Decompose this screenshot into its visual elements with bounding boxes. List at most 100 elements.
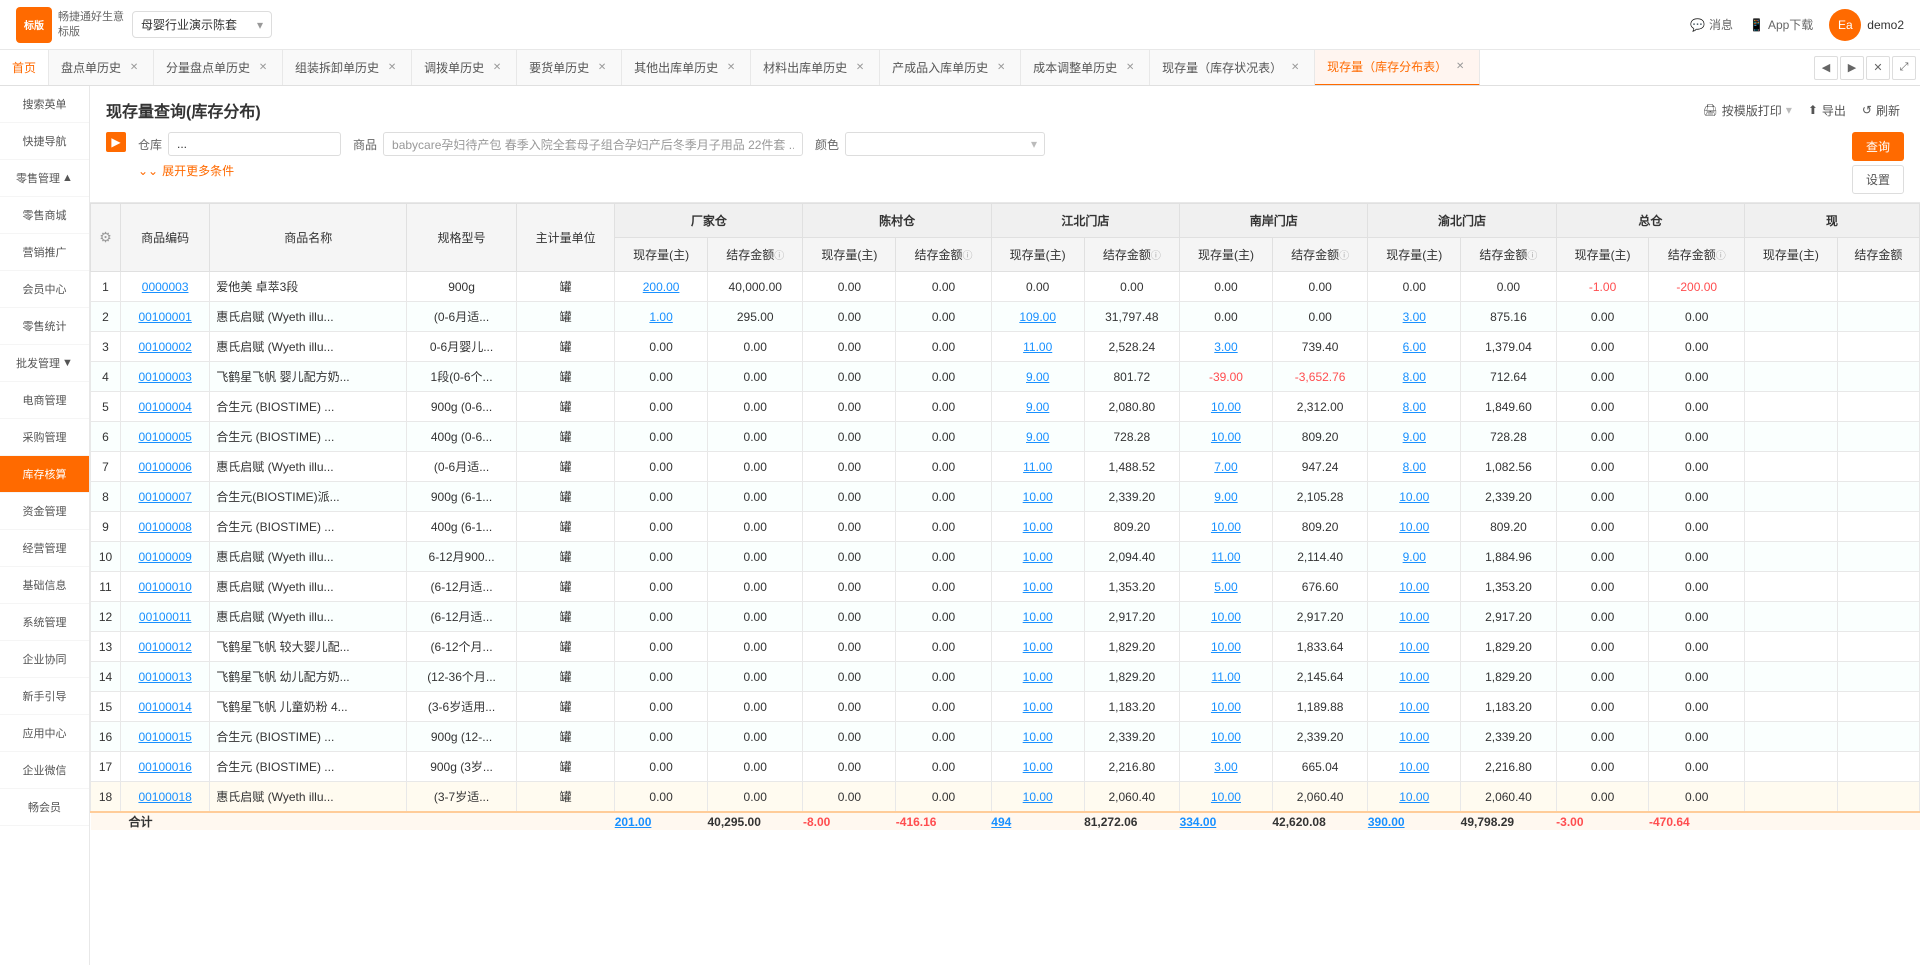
yb-qty[interactable]: 10.00 [1368,722,1461,752]
tab-next-btn[interactable]: ▶ [1840,56,1864,80]
code-cell[interactable]: 00100005 [121,422,210,452]
jb-qty[interactable]: 10.00 [991,602,1084,632]
tab-close-icon[interactable]: ✕ [490,61,504,75]
tab-split-check[interactable]: 分量盘点单历史 ✕ [154,50,283,86]
tab-close-icon[interactable]: ✕ [1123,61,1137,75]
footer-nanan-qty[interactable]: 334.00 [1180,812,1273,830]
jb-qty[interactable]: 10.00 [991,782,1084,813]
settings-icon[interactable]: ⚙ [99,229,112,245]
na-qty[interactable]: 10.00 [1180,722,1273,752]
yb-qty[interactable]: 10.00 [1368,632,1461,662]
tab-close-all-btn[interactable]: ✕ [1866,56,1890,80]
na-qty[interactable]: 10.00 [1180,422,1273,452]
jb-qty[interactable]: 9.00 [991,422,1084,452]
warehouse-input[interactable] [168,132,341,156]
jb-qty[interactable]: 10.00 [991,572,1084,602]
app-download-btn[interactable]: 📱 App下载 [1749,16,1813,33]
tab-close-icon[interactable]: ✕ [853,61,867,75]
expand-conditions-btn[interactable]: ⌄⌄ 展开更多条件 [138,162,1832,179]
na-qty[interactable]: 10.00 [1180,782,1273,813]
yb-qty[interactable]: 9.00 [1368,422,1461,452]
tab-close-icon[interactable]: ✕ [256,61,270,75]
tab-close-icon[interactable]: ✕ [994,61,1008,75]
jb-qty[interactable]: 10.00 [991,722,1084,752]
user-area[interactable]: Ea demo2 [1829,9,1904,41]
tab-prev-btn[interactable]: ◀ [1814,56,1838,80]
sidebar-item-stock[interactable]: 库存核算 [0,456,89,493]
sidebar-item-purchase[interactable]: 采购管理 [0,419,89,456]
code-cell[interactable]: 00100003 [121,362,210,392]
yb-qty[interactable]: 10.00 [1368,602,1461,632]
na-qty[interactable]: 7.00 [1180,452,1273,482]
cj-qty[interactable]: 200.00 [615,272,708,302]
na-qty[interactable]: 11.00 [1180,662,1273,692]
na-qty[interactable]: 3.00 [1180,752,1273,782]
tab-requisition[interactable]: 要货单历史 ✕ [517,50,622,86]
tab-cost-adjust[interactable]: 成本调整单历史 ✕ [1021,50,1150,86]
na-qty[interactable]: 10.00 [1180,602,1273,632]
yb-qty[interactable]: 8.00 [1368,452,1461,482]
sidebar-item-apps[interactable]: 应用中心 [0,715,89,752]
jb-qty[interactable]: 9.00 [991,362,1084,392]
code-cell[interactable]: 00100002 [121,332,210,362]
na-qty[interactable]: 10.00 [1180,632,1273,662]
tab-home[interactable]: 首页 [0,50,49,86]
jb-qty[interactable]: 11.00 [991,332,1084,362]
color-input[interactable] [845,132,1045,156]
goods-input[interactable] [383,132,803,156]
tab-close-icon[interactable]: ✕ [1288,61,1302,75]
tab-inventory-check[interactable]: 盘点单历史 ✕ [49,50,154,86]
na-qty[interactable]: -39.00 [1180,362,1273,392]
sidebar-item-marketing[interactable]: 营销推广 [0,234,89,271]
yb-qty[interactable]: 6.00 [1368,332,1461,362]
query-button[interactable]: 查询 [1852,132,1904,161]
sidebar-item-basic[interactable]: 基础信息 [0,567,89,604]
jb-qty[interactable]: 10.00 [991,482,1084,512]
code-cell[interactable]: 00100007 [121,482,210,512]
yb-qty[interactable]: 9.00 [1368,542,1461,572]
footer-yubei-qty[interactable]: 390.00 [1368,812,1461,830]
message-btn[interactable]: 💬 消息 [1690,16,1733,33]
na-qty[interactable]: 10.00 [1180,692,1273,722]
code-cell[interactable]: 00100013 [121,662,210,692]
refresh-btn[interactable]: ↺ 刷新 [1858,100,1904,121]
sidebar-item-system[interactable]: 系统管理 [0,604,89,641]
na-qty[interactable]: 5.00 [1180,572,1273,602]
sidebar-item-ecommerce[interactable]: 电商管理 [0,382,89,419]
code-cell[interactable]: 00100010 [121,572,210,602]
tab-close-icon[interactable]: ✕ [385,61,399,75]
jb-qty[interactable]: 10.00 [991,662,1084,692]
na-qty[interactable]: 3.00 [1180,332,1273,362]
code-cell[interactable]: 00100011 [121,602,210,632]
jb-qty[interactable]: 10.00 [991,632,1084,662]
sidebar-item-enterprise[interactable]: 企业协同 [0,641,89,678]
sidebar-item-nav[interactable]: 快捷导航 [0,123,89,160]
jb-qty[interactable]: 10.00 [991,752,1084,782]
tab-stock-status[interactable]: 现存量（库存状况表） ✕ [1150,50,1315,86]
footer-changjiacao-qty[interactable]: 201.00 [615,812,708,830]
yb-qty[interactable]: 10.00 [1368,782,1461,813]
tab-close-icon[interactable]: ✕ [1453,60,1467,74]
code-cell[interactable]: 00100016 [121,752,210,782]
export-btn[interactable]: ⬆ 导出 [1804,100,1850,121]
tab-close-icon[interactable]: ✕ [595,61,609,75]
na-qty[interactable]: 10.00 [1180,512,1273,542]
sidebar-item-retail-mall[interactable]: 零售商城 [0,197,89,234]
code-cell[interactable]: 00100008 [121,512,210,542]
sidebar-item-guide[interactable]: 新手引导 [0,678,89,715]
jb-qty[interactable]: 10.00 [991,542,1084,572]
yb-qty[interactable]: 10.00 [1368,752,1461,782]
code-cell[interactable]: 0000003 [121,272,210,302]
tab-other-out[interactable]: 其他出库单历史 ✕ [622,50,751,86]
code-cell[interactable]: 00100001 [121,302,210,332]
sidebar-item-finance[interactable]: 资金管理 [0,493,89,530]
sidebar-item-retail-mgmt[interactable]: 零售管理 ▲ [0,160,89,197]
cj-qty[interactable]: 1.00 [615,302,708,332]
code-cell[interactable]: 00100004 [121,392,210,422]
settings-button[interactable]: 设置 [1852,165,1904,194]
sidebar-item-members[interactable]: 会员中心 [0,271,89,308]
tab-expand-btn[interactable]: ⤢ [1892,56,1916,80]
filter-toggle-btn[interactable]: ▶ [106,132,126,152]
footer-jiangbei-qty[interactable]: 494 [991,812,1084,830]
code-cell[interactable]: 00100012 [121,632,210,662]
